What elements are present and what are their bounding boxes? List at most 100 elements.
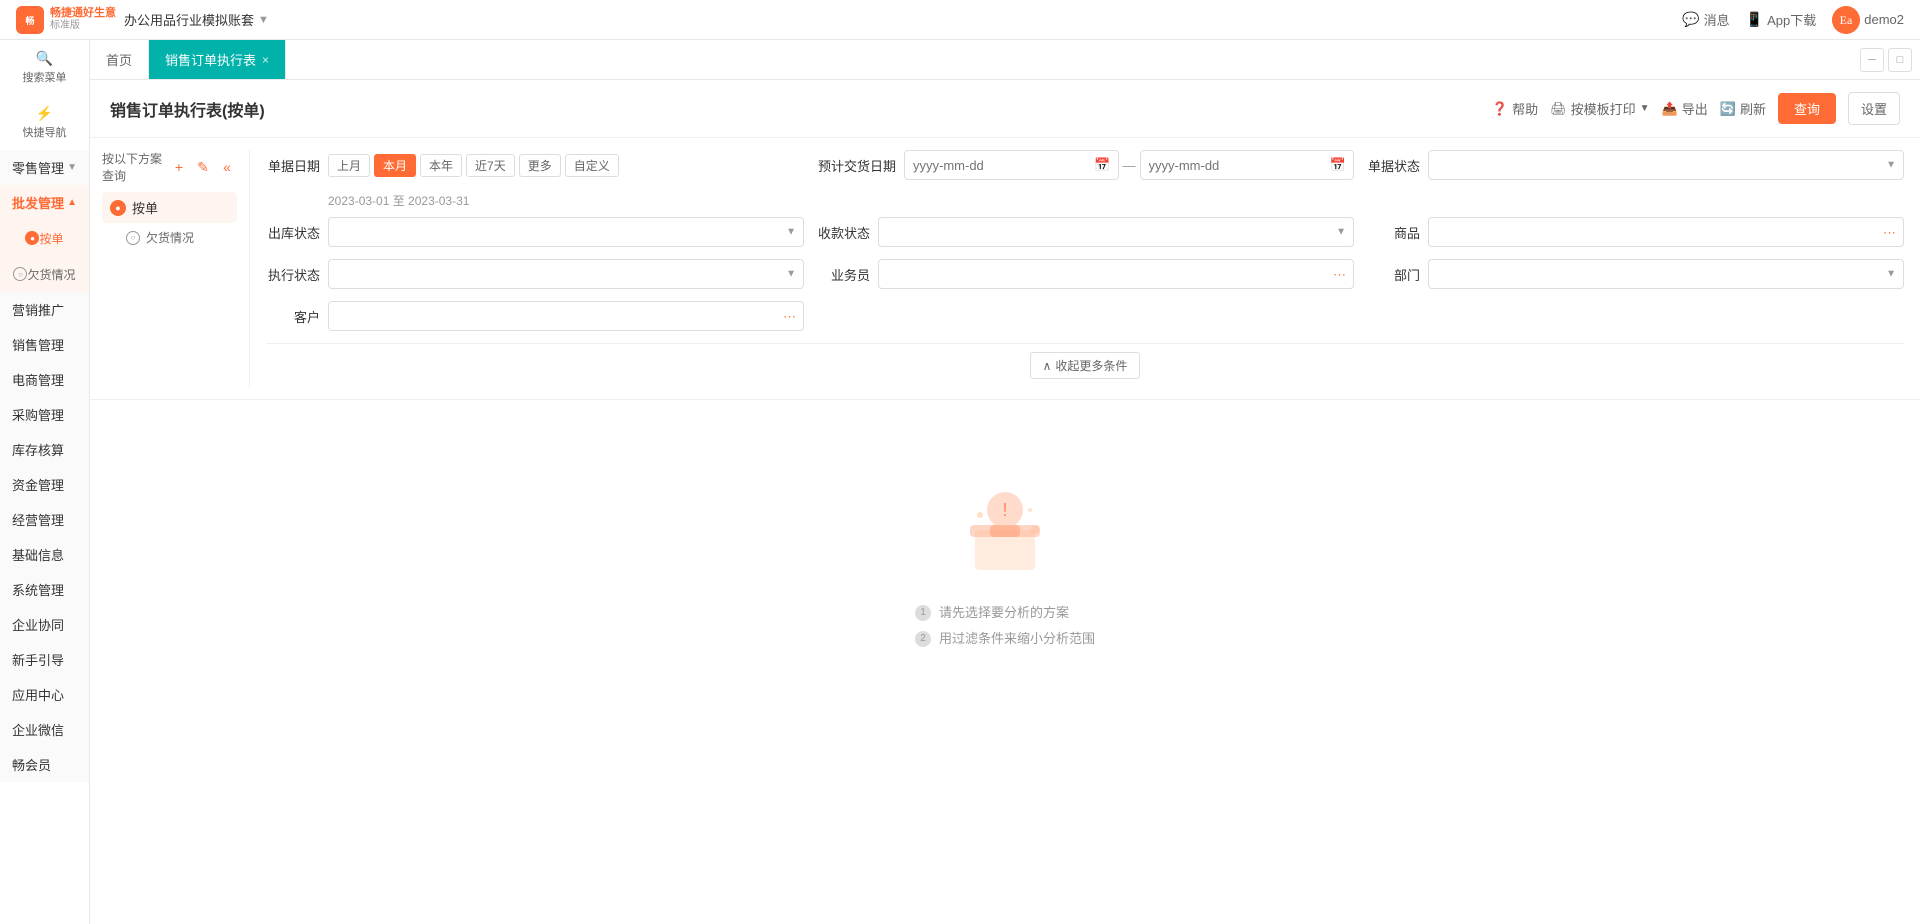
top-bar: 畅 畅捷通好生意 标准版 办公用品行业模拟账套 ▼ 💬 消息 📱 App下载 d…	[0, 0, 1920, 40]
filter-cell-goods: 商品 ···	[1366, 217, 1904, 247]
help-button[interactable]: ❓ 帮助	[1492, 99, 1538, 118]
customer-input[interactable]	[328, 301, 804, 331]
filter-row-3: 执行状态 ▼ 业务员	[266, 259, 1904, 289]
tab-sales-exec[interactable]: 销售订单执行表 ×	[149, 40, 286, 79]
refresh-icon: 🔄	[1720, 101, 1736, 117]
sidebar-item-purchase[interactable]: 采购管理	[0, 397, 89, 432]
svg-text:!: !	[1002, 500, 1007, 520]
app-download-button[interactable]: 📱 App下载	[1746, 10, 1817, 29]
sidebar-sub-item-欠货情况[interactable]: ○ 欠货情况	[0, 256, 89, 292]
message-button[interactable]: 💬 消息	[1682, 10, 1729, 29]
print-button[interactable]: 🖨 按模板打印 ▼	[1550, 99, 1649, 118]
tab-close-icon[interactable]: ×	[262, 53, 269, 67]
sidebar-item-operations[interactable]: 经营管理	[0, 502, 89, 537]
settings-button[interactable]: 设置	[1848, 92, 1900, 125]
page-title: 销售订单执行表(按单)	[110, 97, 265, 121]
doc-status-label: 单据状态	[1366, 156, 1420, 175]
scheme-item-按单[interactable]: ● 按单	[102, 192, 237, 223]
search-button[interactable]: 查询	[1778, 93, 1836, 124]
scheme-sub-item-欠货情况[interactable]: ○ 欠货情况	[102, 223, 237, 252]
salesperson-ellipsis-button[interactable]: ···	[1329, 267, 1350, 282]
sidebar-item-system[interactable]: 系统管理	[0, 572, 89, 607]
date-separator: —	[1123, 158, 1136, 173]
empty-cell-2	[1366, 301, 1904, 331]
logo-area: 畅 畅捷通好生意 标准版	[16, 6, 116, 34]
date-range-text: 2023-03-01 至 2023-03-31	[266, 192, 1904, 217]
collapse-button[interactable]: ∧ 收起更多条件	[1030, 352, 1141, 379]
sidebar-item-apps[interactable]: 应用中心	[0, 677, 89, 712]
date-range-inputs: 📅 — 📅	[904, 150, 1354, 180]
empty-state-illustration: !	[955, 480, 1055, 580]
exec-status-select-wrapper: ▼	[328, 259, 804, 289]
tab-maximize-button[interactable]: □	[1888, 48, 1912, 72]
logo-icon: 畅	[16, 6, 44, 34]
goods-ellipsis-button[interactable]: ···	[1879, 225, 1900, 240]
user-menu[interactable]: demo2	[1832, 6, 1904, 34]
filter-row-1: 单据日期 上月 本月 本年 近7天 更多 自定义	[266, 150, 1904, 180]
print-dropdown-icon[interactable]: ▼	[1640, 103, 1650, 114]
salesperson-input-wrapper: ···	[878, 259, 1354, 289]
quick-nav-item[interactable]: ⚡ 快捷导航	[0, 95, 89, 150]
date-start-wrapper: 📅	[904, 150, 1119, 180]
main-layout: 🔍 搜索菜单 ⚡ 快捷导航 零售管理 ▼ 批发管理 ▲ ● 按单	[0, 40, 1920, 924]
doc-status-select[interactable]	[1428, 150, 1904, 180]
sidebar-item-wholesale[interactable]: 批发管理 ▲ ● 按单 ○ 欠货情况	[0, 185, 89, 292]
salesperson-input[interactable]	[878, 259, 1354, 289]
date-start-input[interactable]	[904, 150, 1119, 180]
tab-minimize-button[interactable]: ─	[1860, 48, 1884, 72]
tab-home[interactable]: 首页	[90, 40, 149, 79]
goods-input[interactable]	[1428, 217, 1904, 247]
empty-state-tips: 1 请先选择要分析的方案 2 用过滤条件来缩小分析范围	[915, 600, 1095, 652]
dept-select[interactable]	[1428, 259, 1904, 289]
empty-cell-1	[816, 301, 1354, 331]
sidebar-item-collab[interactable]: 企业协同	[0, 607, 89, 642]
breadcrumb[interactable]: 办公用品行业模拟账套 ▼	[124, 10, 269, 29]
receive-status-select[interactable]	[878, 217, 1354, 247]
filter-row-2: 出库状态 ▼ 收款状态	[266, 217, 1904, 247]
goods-label: 商品	[1366, 223, 1420, 242]
sidebar-sub-item-按单[interactable]: ● 按单	[0, 220, 89, 256]
sidebar-item-member[interactable]: 畅会员	[0, 747, 89, 782]
filter-cell-exec-status: 执行状态 ▼	[266, 259, 804, 289]
edit-scheme-button[interactable]: ✎	[193, 157, 213, 177]
date-prev-month-button[interactable]: 上月	[328, 154, 370, 177]
sidebar-item-wechat[interactable]: 企业微信	[0, 712, 89, 747]
sidebar-item-retail[interactable]: 零售管理 ▼	[0, 150, 89, 185]
page-content: 销售订单执行表(按单) ❓ 帮助 🖨 按模板打印 ▼ 📤	[90, 80, 1920, 924]
date-this-year-button[interactable]: 本年	[420, 154, 462, 177]
page-header-actions: ❓ 帮助 🖨 按模板打印 ▼ 📤 导出 🔄	[1492, 92, 1900, 125]
search-panel: 按以下方案查询 + ✎ « ● 按单 ○	[90, 138, 1920, 400]
scheme-active-icon: ●	[110, 200, 126, 216]
wholesale-header[interactable]: 批发管理 ▲	[0, 185, 89, 220]
sidebar-item-basic[interactable]: 基础信息	[0, 537, 89, 572]
filter-cell-date: 单据日期 上月 本月 本年 近7天 更多 自定义	[266, 150, 804, 180]
refresh-button[interactable]: 🔄 刷新	[1720, 99, 1766, 118]
goods-input-wrapper: ···	[1428, 217, 1904, 247]
date-end-input[interactable]	[1140, 150, 1355, 180]
sidebar-item-newbie[interactable]: 新手引导	[0, 642, 89, 677]
exec-status-select[interactable]	[328, 259, 804, 289]
tip-num-1: 1	[915, 605, 931, 621]
svg-text:畅: 畅	[25, 15, 34, 26]
date-more-button[interactable]: 更多	[519, 154, 561, 177]
receive-status-label: 收款状态	[816, 223, 870, 242]
sidebar-item-sales[interactable]: 销售管理	[0, 327, 89, 362]
sidebar-item-inventory[interactable]: 库存核算	[0, 432, 89, 467]
scheme-sub-icon: ○	[126, 231, 140, 245]
date-this-month-button[interactable]: 本月	[374, 154, 416, 177]
add-scheme-button[interactable]: +	[169, 157, 189, 177]
sidebar-item-marketing[interactable]: 营销推广	[0, 292, 89, 327]
out-status-select[interactable]	[328, 217, 804, 247]
sidebar-item-finance[interactable]: 资金管理	[0, 467, 89, 502]
sidebar-item-ecommerce[interactable]: 电商管理	[0, 362, 89, 397]
mobile-icon: 📱	[1746, 11, 1763, 28]
customer-ellipsis-button[interactable]: ···	[779, 309, 800, 324]
tab-actions: ─ □	[1852, 48, 1920, 72]
date-custom-button[interactable]: 自定义	[565, 154, 619, 177]
collapse-scheme-button[interactable]: «	[217, 157, 237, 177]
collapse-icon: ∧	[1043, 359, 1052, 373]
top-bar-right: 💬 消息 📱 App下载 demo2	[1682, 6, 1904, 34]
export-button[interactable]: 📤 导出	[1662, 99, 1708, 118]
search-menu-item[interactable]: 🔍 搜索菜单	[0, 40, 89, 95]
date-last7-button[interactable]: 近7天	[466, 154, 515, 177]
